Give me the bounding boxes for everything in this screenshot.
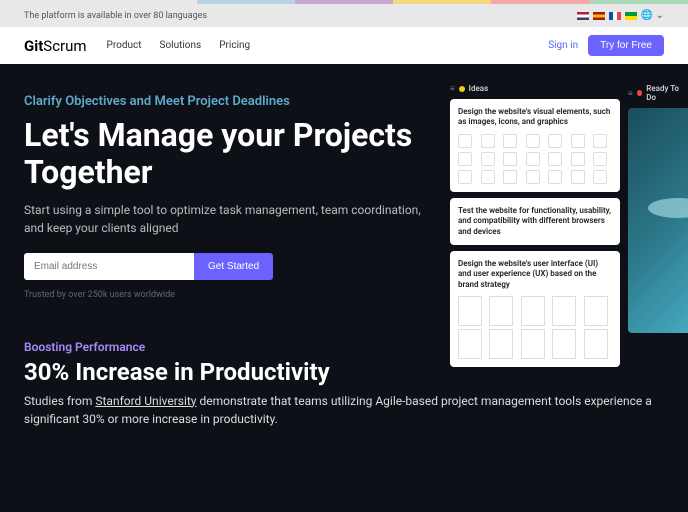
wireframe-grid	[458, 296, 612, 359]
language-bar: The platform is available in over 80 lan…	[0, 4, 688, 27]
hero-section: Clarify Objectives and Meet Project Dead…	[0, 64, 688, 320]
icon-grid	[458, 134, 612, 184]
globe-icon[interactable]: 🌐 ⌄	[641, 10, 664, 21]
kanban-card[interactable]: Design the website's user interface (UI)…	[450, 251, 620, 367]
flag-fr-icon[interactable]	[609, 12, 621, 20]
ai-image-card[interactable]	[628, 108, 688, 333]
hero-tagline: Clarify Objectives and Meet Project Dead…	[24, 94, 424, 109]
logo[interactable]: GitScrum	[24, 37, 87, 55]
nav-product[interactable]: Product	[107, 40, 142, 51]
nav-pricing[interactable]: Pricing	[219, 40, 250, 51]
hero-subtext: Start using a simple tool to optimize ta…	[24, 201, 424, 237]
language-text: The platform is available in over 80 lan…	[24, 11, 207, 21]
kanban-preview: ≡ Ideas Design the website's visual elem…	[450, 84, 688, 373]
nav-solutions[interactable]: Solutions	[160, 40, 202, 51]
try-free-button[interactable]: Try for Free	[588, 35, 664, 56]
get-started-button[interactable]: Get Started	[194, 253, 273, 280]
email-input[interactable]	[24, 253, 194, 280]
flag-es-icon[interactable]	[593, 12, 605, 20]
dot-icon	[637, 90, 643, 96]
kanban-card[interactable]: Test the website for functionality, usab…	[450, 198, 620, 245]
navbar: GitScrum Product Solutions Pricing Sign …	[0, 27, 688, 64]
signup-form: Get Started	[24, 253, 424, 280]
rainbow-bar	[0, 0, 688, 4]
column-header-ideas: ≡ Ideas	[450, 84, 620, 93]
kanban-card[interactable]: Design the website's visual elements, su…	[450, 99, 620, 192]
column-header-ready: ≡ Ready To Do	[628, 84, 688, 102]
productivity-desc: Studies from Stanford University demonst…	[24, 392, 664, 428]
stanford-link[interactable]: Stanford University	[95, 394, 196, 408]
hero-headline: Let's Manage your Projects Together	[24, 117, 424, 191]
trusted-text: Trusted by over 250k users worldwide	[24, 290, 424, 300]
flag-us-icon[interactable]	[577, 12, 589, 20]
flag-selector[interactable]: 🌐 ⌄	[577, 10, 664, 21]
dot-icon	[459, 86, 465, 92]
flag-br-icon[interactable]	[625, 12, 637, 20]
signin-link[interactable]: Sign in	[548, 40, 578, 51]
